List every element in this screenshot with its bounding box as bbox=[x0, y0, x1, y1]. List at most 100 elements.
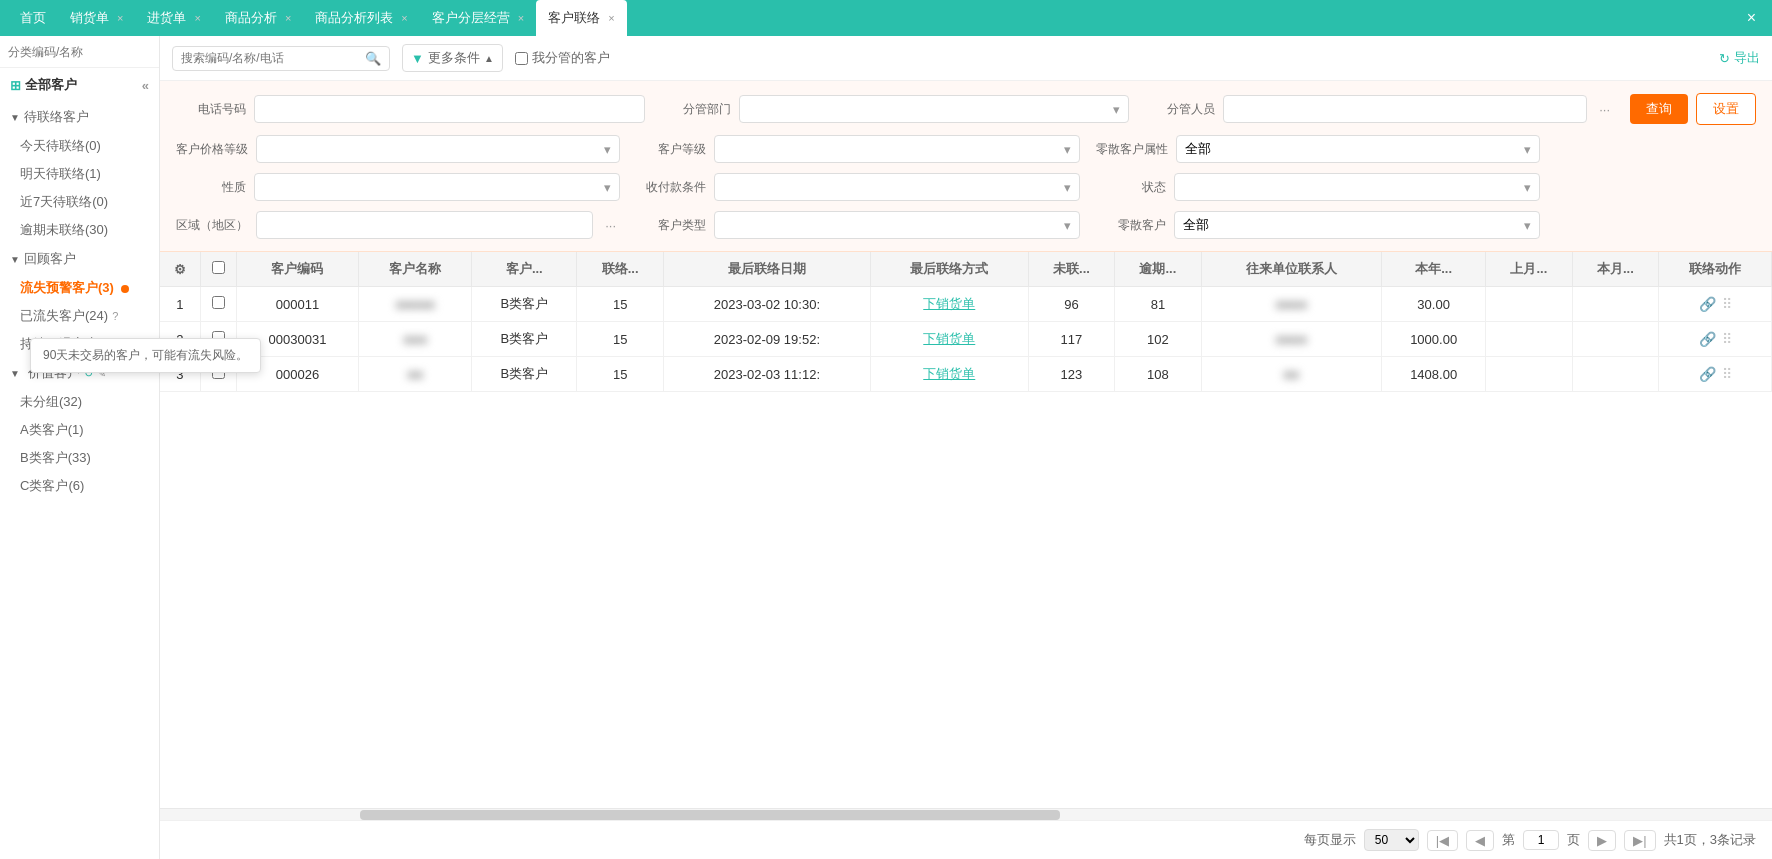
row-last-date: 2023-02-03 11:12: bbox=[663, 357, 870, 392]
sidebar-item-class-c[interactable]: C类客户(6) bbox=[0, 472, 159, 500]
phone-input[interactable] bbox=[254, 95, 645, 123]
filter-field-dept: 分管部门 ▾ bbox=[661, 95, 1130, 123]
tab-home[interactable]: 首页 bbox=[8, 0, 58, 36]
my-customers-check[interactable] bbox=[515, 52, 528, 65]
tab-customer-contact-close[interactable]: × bbox=[608, 12, 614, 24]
more-conditions-label: 更多条件 bbox=[428, 49, 480, 67]
tab-customer-tier[interactable]: 客户分层经营 × bbox=[420, 0, 536, 36]
all-customers-header[interactable]: ⊞ 全部客户 « bbox=[0, 68, 159, 102]
next-page-button[interactable]: ▶ bbox=[1588, 830, 1616, 851]
cust-grade-label: 客户等级 bbox=[636, 141, 706, 158]
filter-row-3: 性质 ▾ 收付款条件 ▾ 状态 bbox=[176, 173, 1756, 201]
all-customers-label: 全部客户 bbox=[25, 76, 77, 94]
tab-analysis[interactable]: 商品分析 × bbox=[213, 0, 303, 36]
region-label: 区域（地区） bbox=[176, 217, 248, 234]
tab-customer-tier-close[interactable]: × bbox=[518, 12, 524, 24]
row-last-month bbox=[1486, 287, 1572, 322]
price-grade-arrow-icon: ▾ bbox=[604, 142, 611, 157]
action-menu-icon-3[interactable]: ⠿ bbox=[1722, 366, 1732, 382]
sidebar-group-pending[interactable]: ▼ 待联络客户 bbox=[0, 102, 159, 132]
nature-arrow-icon: ▾ bbox=[604, 180, 611, 195]
row-last-date: 2023-03-02 10:30: bbox=[663, 287, 870, 322]
sidebar-search-input[interactable] bbox=[8, 45, 158, 59]
row-contact-person: ■■■■ bbox=[1201, 322, 1381, 357]
row-method-link-1[interactable]: 下销货单 bbox=[923, 296, 975, 311]
sidebar-item-today[interactable]: 今天待联络(0) bbox=[0, 132, 159, 160]
tab-sales-close[interactable]: × bbox=[117, 12, 123, 24]
first-page-button[interactable]: |◀ bbox=[1427, 830, 1458, 851]
tab-customer-contact[interactable]: 客户联络 × bbox=[536, 0, 626, 36]
tab-purchase-close[interactable]: × bbox=[194, 12, 200, 24]
export-button[interactable]: ↻ 导出 bbox=[1719, 49, 1760, 67]
row-type: B类客户 bbox=[472, 287, 577, 322]
sidebar: 🔍 ⊞ 全部客户 « ▼ 待联络客户 今天待联络(0) 明天待联络(1) 近7天… bbox=[0, 36, 160, 859]
tab-analysis-list[interactable]: 商品分析列表 × bbox=[303, 0, 419, 36]
sidebar-item-tomorrow[interactable]: 明天待联络(1) bbox=[0, 160, 159, 188]
row-unlisted: 96 bbox=[1028, 287, 1114, 322]
sidebar-item-7days[interactable]: 近7天待联络(0) bbox=[0, 188, 159, 216]
sidebar-item-churned[interactable]: 已流失客户(24) ? bbox=[0, 302, 159, 330]
select-all-checkbox[interactable] bbox=[212, 261, 225, 274]
nature-select[interactable]: ▾ bbox=[254, 173, 620, 201]
my-customers-checkbox[interactable]: 我分管的客户 bbox=[515, 49, 610, 67]
dept-select[interactable]: ▾ bbox=[739, 95, 1130, 123]
zero-attr-select[interactable]: 全部 ▾ bbox=[1176, 135, 1540, 163]
arrow-icon-2: ▼ bbox=[10, 254, 20, 265]
row-method-link-3[interactable]: 下销货单 bbox=[923, 366, 975, 381]
nature-label: 性质 bbox=[176, 179, 246, 196]
sidebar-group-review[interactable]: ▼ 回顾客户 bbox=[0, 244, 159, 274]
row-last-method: 下销货单 bbox=[870, 322, 1028, 357]
row-unlisted: 123 bbox=[1028, 357, 1114, 392]
tab-purchase[interactable]: 进货单 × bbox=[135, 0, 212, 36]
manager-select[interactable] bbox=[1223, 95, 1587, 123]
sidebar-item-ungrouped[interactable]: 未分组(32) bbox=[0, 388, 159, 416]
region-select[interactable] bbox=[256, 211, 593, 239]
last-page-button[interactable]: ▶| bbox=[1624, 830, 1655, 851]
settings-icon[interactable]: ⚙ bbox=[174, 262, 186, 277]
payment-select[interactable]: ▾ bbox=[714, 173, 1080, 201]
price-grade-select[interactable]: ▾ bbox=[256, 135, 620, 163]
more-conditions-button[interactable]: ▼ 更多条件 ▲ bbox=[402, 44, 503, 72]
sidebar-item-churn-warning[interactable]: 流失预警客户(3) bbox=[0, 274, 159, 302]
search-input[interactable] bbox=[181, 51, 361, 65]
main-layout: 🔍 ⊞ 全部客户 « ▼ 待联络客户 今天待联络(0) 明天待联络(1) 近7天… bbox=[0, 36, 1772, 859]
row-type: B类客户 bbox=[472, 322, 577, 357]
more-dots-manager[interactable]: ··· bbox=[1595, 102, 1614, 117]
window-close-button[interactable]: × bbox=[1739, 9, 1764, 27]
row-check bbox=[200, 287, 236, 322]
tab-sales[interactable]: 销货单 × bbox=[58, 0, 135, 36]
row-checkbox-1[interactable] bbox=[212, 296, 225, 309]
status-select[interactable]: ▾ bbox=[1174, 173, 1540, 201]
action-menu-icon-2[interactable]: ⠿ bbox=[1722, 331, 1732, 347]
action-link-icon-2[interactable]: 🔗 bbox=[1699, 331, 1716, 347]
search-box: 🔍 bbox=[172, 46, 390, 71]
action-menu-icon-1[interactable]: ⠿ bbox=[1722, 296, 1732, 312]
sidebar-item-class-b[interactable]: B类客户(33) bbox=[0, 444, 159, 472]
row-code: 000011 bbox=[236, 287, 359, 322]
sidebar-item-overdue[interactable]: 逾期未联络(30) bbox=[0, 216, 159, 244]
action-link-icon-1[interactable]: 🔗 bbox=[1699, 296, 1716, 312]
filter-field-status: 状态 ▾ bbox=[1096, 173, 1540, 201]
row-name: ■■ bbox=[359, 357, 472, 392]
settings-button[interactable]: 设置 bbox=[1696, 93, 1756, 125]
tab-analysis-close[interactable]: × bbox=[285, 12, 291, 24]
action-link-icon-3[interactable]: 🔗 bbox=[1699, 366, 1716, 382]
tab-analysis-list-close[interactable]: × bbox=[401, 12, 407, 24]
horizontal-scrollbar[interactable] bbox=[160, 808, 1772, 820]
row-method-link-2[interactable]: 下销货单 bbox=[923, 331, 975, 346]
col-this-month-label: 本月... bbox=[1597, 261, 1634, 276]
horizontal-scroll-thumb[interactable] bbox=[360, 810, 1060, 820]
more-dots-region[interactable]: ··· bbox=[601, 218, 620, 233]
filter-row-2: 客户价格等级 ▾ 客户等级 ▾ 零散客户属性 全部 bbox=[176, 135, 1756, 163]
current-page-input[interactable] bbox=[1523, 830, 1559, 850]
zero-cust-select[interactable]: 全部 ▾ bbox=[1174, 211, 1540, 239]
prev-page-button[interactable]: ◀ bbox=[1466, 830, 1494, 851]
col-action-label: 联络动作 bbox=[1689, 261, 1741, 276]
per-page-select[interactable]: 50 100 200 bbox=[1364, 829, 1419, 851]
sidebar-item-class-a[interactable]: A类客户(1) bbox=[0, 416, 159, 444]
cust-type-select[interactable]: ▾ bbox=[714, 211, 1080, 239]
cust-grade-select[interactable]: ▾ bbox=[714, 135, 1080, 163]
tab-customer-contact-label: 客户联络 bbox=[548, 9, 600, 27]
row-last-month bbox=[1486, 322, 1572, 357]
query-button[interactable]: 查询 bbox=[1630, 94, 1688, 124]
